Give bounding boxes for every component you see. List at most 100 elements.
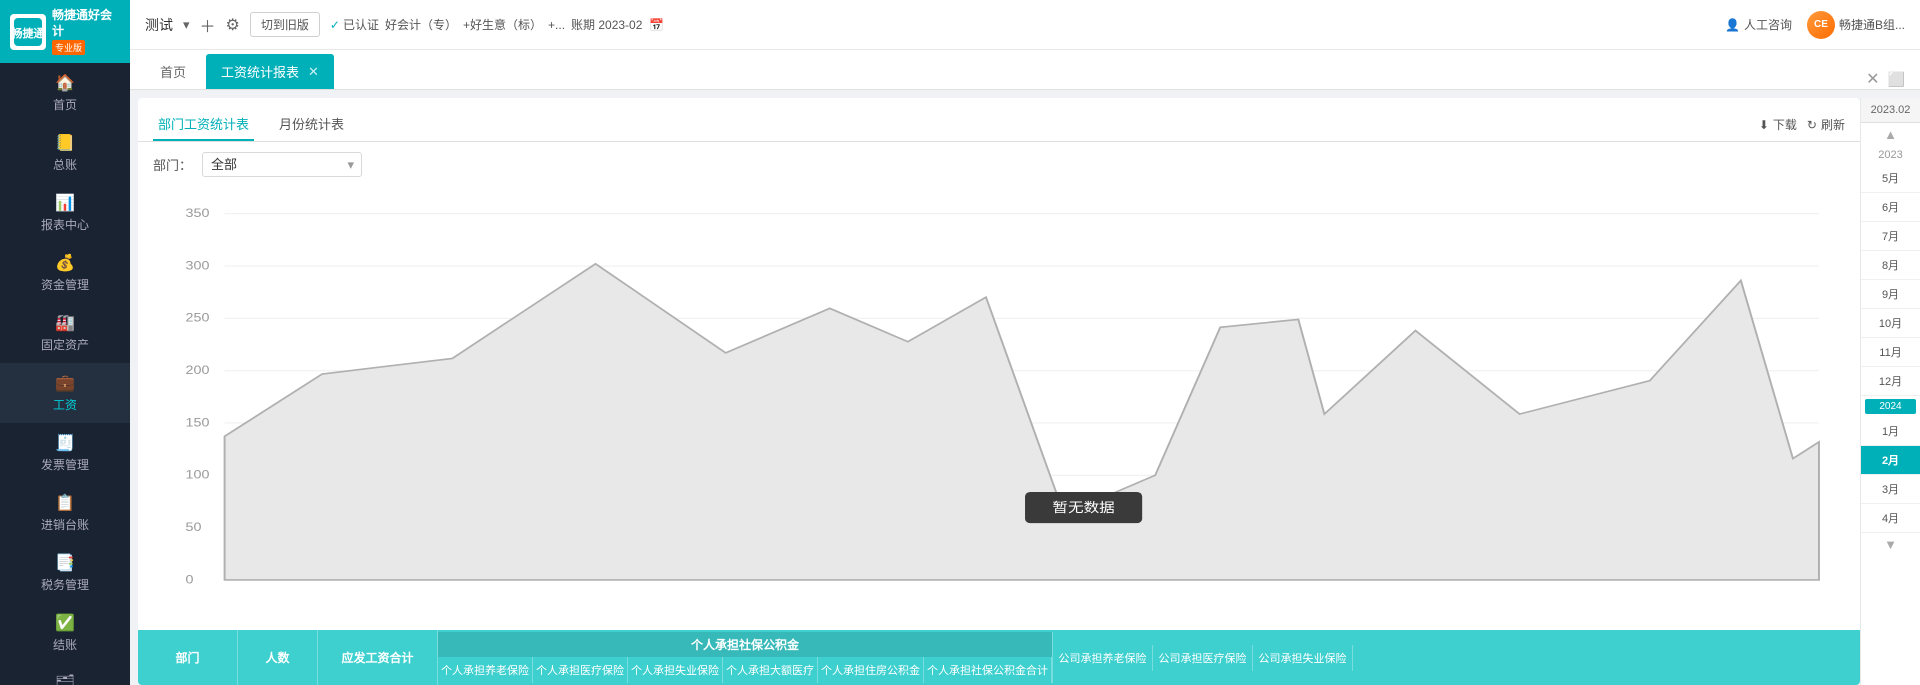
badge-certified-label: 已认证 <box>343 16 379 33</box>
sidebar-item-invoices[interactable]: 🧾 发票管理 <box>0 423 130 483</box>
reports-icon: 📊 <box>55 193 75 213</box>
filter-bar: 部门： 全部 行政部 销售部 技术部 财务部 <box>138 142 1860 187</box>
date-month-11[interactable]: 11月 <box>1861 338 1920 367</box>
sidebar-item-reports[interactable]: 📊 报表中心 <box>0 183 130 243</box>
main-panel: 部门工资统计表 月份统计表 ⬇ 下载 ↻ 刷新 <box>138 98 1860 685</box>
sidebar-item-settlement[interactable]: ✅ 结账 <box>0 603 130 663</box>
sidebar-label-sales: 进销台账 <box>41 516 89 533</box>
date-month-5[interactable]: 5月 <box>1861 164 1920 193</box>
switch-version-button[interactable]: 切到旧版 <box>250 12 320 37</box>
sidebar-item-sales[interactable]: 📋 进销台账 <box>0 483 130 543</box>
svg-text:畅捷通: 畅捷通 <box>14 26 42 40</box>
tab-close-button[interactable]: ✕ <box>308 64 319 80</box>
col-company-unemployment: 公司承担失业保险 <box>1253 645 1353 671</box>
topbar-settings-button[interactable]: ⚙ <box>226 15 240 35</box>
topbar-title-dropdown[interactable]: ▾ <box>183 17 190 33</box>
filter-select-wrapper: 全部 行政部 销售部 技术部 财务部 <box>202 152 362 177</box>
sidebar-item-archive[interactable]: 🗂 归档管理 <box>0 663 130 685</box>
col-personal-housing-fund: 个人承担住房公积金 <box>818 657 924 683</box>
department-select[interactable]: 全部 行政部 销售部 技术部 财务部 <box>202 152 362 177</box>
assets-icon: 🏭 <box>55 313 75 333</box>
sidebar-label-reports: 报表中心 <box>41 216 89 233</box>
date-current-label[interactable]: 2023.02 <box>1861 98 1920 123</box>
tax-icon: 📑 <box>55 553 75 573</box>
sidebar-item-salary[interactable]: 💼 工资 <box>0 363 130 423</box>
home-icon: 🏠 <box>55 73 75 93</box>
chart-area-fill <box>225 264 1819 580</box>
topbar-badges: ✓ 已认证 好会计（专） +好生意（标） +... 账期 2023-02 📅 <box>330 16 1715 33</box>
topbar: 测试 ▾ ＋ ⚙ 切到旧版 ✓ 已认证 好会计（专） +好生意（标） +... … <box>130 0 1920 50</box>
subtab-monthly[interactable]: 月份统计表 <box>274 108 349 141</box>
y-label-300: 300 <box>186 258 210 272</box>
tab-close-all-button[interactable]: ✕ <box>1866 69 1879 89</box>
y-label-150: 150 <box>186 415 210 429</box>
col-count: 人数 <box>238 630 318 685</box>
topbar-add-button[interactable]: ＋ <box>200 13 216 37</box>
badge-period: 账期 2023-02 📅 <box>571 16 664 33</box>
salary-chart: 350 300 250 200 150 100 50 0 <box>153 197 1845 620</box>
sidebar-item-ledger[interactable]: 📒 总账 <box>0 123 130 183</box>
date-sidebar: 2023.02 ▲ 2023 5月 6月 7月 8月 9月 10月 11月 12… <box>1860 98 1920 685</box>
sales-icon: 📋 <box>55 493 75 513</box>
date-month-9[interactable]: 9月 <box>1861 280 1920 309</box>
date-nav-down[interactable]: ▼ <box>1861 533 1920 556</box>
date-month-1[interactable]: 1月 <box>1861 417 1920 446</box>
sidebar-label-funds: 资金管理 <box>41 276 89 293</box>
logo-icon: 畅捷通 <box>10 14 46 50</box>
col-company-pension: 公司承担养老保险 <box>1053 645 1153 671</box>
tab-salary-report-label: 工资统计报表 <box>221 62 299 81</box>
sidebar: 畅捷通 畅捷通好会计 专业版 🏠 首页 📒 总账 📊 报表中心 💰 资金管理 🏭… <box>0 0 130 685</box>
refresh-icon: ↻ <box>1807 118 1817 132</box>
sidebar-item-tax[interactable]: 📑 税务管理 <box>0 543 130 603</box>
user-profile-button[interactable]: CE 畅捷通B组... <box>1807 11 1905 39</box>
topbar-right: 👤 人工咨询 CE 畅捷通B组... <box>1725 11 1905 39</box>
date-month-7[interactable]: 7月 <box>1861 222 1920 251</box>
download-label: 下载 <box>1773 116 1797 133</box>
date-month-4[interactable]: 4月 <box>1861 504 1920 533</box>
date-month-12[interactable]: 12月 <box>1861 367 1920 396</box>
col-personal-unemployment: 个人承担失业保险 <box>628 657 723 683</box>
user-avatar: CE <box>1807 11 1835 39</box>
refresh-button[interactable]: ↻ 刷新 <box>1807 116 1845 133</box>
calendar-icon[interactable]: 📅 <box>649 18 664 32</box>
sidebar-label-invoices: 发票管理 <box>41 456 89 473</box>
sidebar-item-home[interactable]: 🏠 首页 <box>0 63 130 123</box>
logo-badge: 专业版 <box>52 40 85 55</box>
sidebar-item-funds[interactable]: 💰 资金管理 <box>0 243 130 303</box>
user-name: 畅捷通B组... <box>1839 16 1905 33</box>
date-month-6[interactable]: 6月 <box>1861 193 1920 222</box>
refresh-label: 刷新 <box>1821 116 1845 133</box>
ledger-icon: 📒 <box>55 133 75 153</box>
col-total-salary: 应发工资合计 <box>318 630 438 685</box>
date-nav-up[interactable]: ▲ <box>1861 123 1920 146</box>
date-month-8[interactable]: 8月 <box>1861 251 1920 280</box>
date-year-2024-badge: 2024 <box>1865 399 1916 414</box>
logo-title: 畅捷通好会计 <box>52 8 120 39</box>
main-area: 测试 ▾ ＋ ⚙ 切到旧版 ✓ 已认证 好会计（专） +好生意（标） +... … <box>130 0 1920 685</box>
chart-tooltip-text: 暂无数据 <box>1052 500 1114 516</box>
subtab-dept[interactable]: 部门工资统计表 <box>153 108 254 141</box>
sidebar-label-tax: 税务管理 <box>41 576 89 593</box>
settlement-icon: ✅ <box>55 613 75 633</box>
subtab-bar: 部门工资统计表 月份统计表 ⬇ 下载 ↻ 刷新 <box>138 98 1860 142</box>
date-month-3[interactable]: 3月 <box>1861 475 1920 504</box>
date-month-10[interactable]: 10月 <box>1861 309 1920 338</box>
sidebar-label-ledger: 总账 <box>53 156 77 173</box>
tab-salary-report[interactable]: 工资统计报表 ✕ <box>206 54 334 89</box>
sidebar-item-assets[interactable]: 🏭 固定资产 <box>0 303 130 363</box>
content-area: 部门工资统计表 月份统计表 ⬇ 下载 ↻ 刷新 <box>130 90 1920 685</box>
download-button[interactable]: ⬇ 下载 <box>1759 116 1797 133</box>
col-personal-medical: 个人承担医疗保险 <box>533 657 628 683</box>
download-icon: ⬇ <box>1759 118 1769 132</box>
tab-home[interactable]: 首页 <box>145 54 201 89</box>
funds-icon: 💰 <box>55 253 75 273</box>
subtab-dept-label: 部门工资统计表 <box>158 117 249 132</box>
y-label-50: 50 <box>186 520 202 534</box>
ai-consult-button[interactable]: 👤 人工咨询 <box>1725 16 1792 33</box>
col-group-personal-cells: 个人承担养老保险 个人承担医疗保险 个人承担失业保险 个人承担大额医疗 个人承担… <box>438 657 1052 683</box>
subtab-actions: ⬇ 下载 ↻ 刷新 <box>1759 116 1845 133</box>
y-label-0: 0 <box>186 572 194 586</box>
sidebar-label-home: 首页 <box>53 96 77 113</box>
tab-maximize-button[interactable]: ⬜ <box>1888 71 1905 88</box>
date-month-2-active[interactable]: 2月 <box>1861 446 1920 475</box>
